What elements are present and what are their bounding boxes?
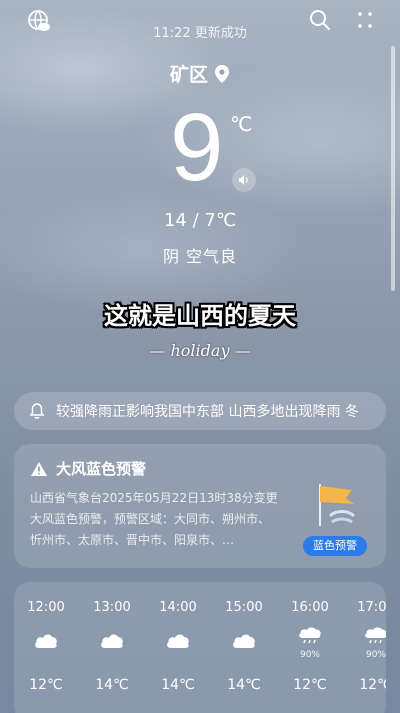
hourly-precip: 90% xyxy=(299,650,320,660)
hourly-item: 13:00 14℃ xyxy=(82,582,142,713)
cloudy-icon xyxy=(33,630,59,652)
alert-level-badge: 蓝色预警 xyxy=(303,536,367,556)
wind-warning-illustration-icon xyxy=(310,480,362,534)
hourly-item: 16:00 90% 12℃ xyxy=(280,582,340,713)
hourly-temp: 12℃ xyxy=(29,677,63,693)
weather-alert-card[interactable]: 大风蓝色预警 山西省气象台2025年05月22日13时38分变更大风蓝色预警，预… xyxy=(14,444,386,568)
ticker-text: 较强降雨正影响我国中东部 山西多地出现降雨 冬 xyxy=(56,404,359,420)
hourly-time: 14:00 xyxy=(159,600,197,615)
update-status: 11:22 更新成功 xyxy=(153,26,247,41)
hourly-forecast-card[interactable]: 12:00 12℃ 13:00 14℃ 14:00 14℃ 15:00 14℃ 16:00 90%… xyxy=(14,582,386,713)
temperature-range: 14 / 7℃ xyxy=(163,210,237,231)
scrollbar[interactable] xyxy=(391,46,395,291)
hourly-time: 13:00 xyxy=(93,600,131,615)
bell-icon xyxy=(29,403,45,419)
hourly-temp: 14℃ xyxy=(227,677,261,693)
alert-title: 大风蓝色预警 xyxy=(56,460,147,478)
location-pin-icon xyxy=(215,64,229,83)
video-subtitle: — holiday — xyxy=(149,341,251,360)
hourly-temp: 12℃ xyxy=(293,677,327,693)
cloudy-icon xyxy=(231,630,257,652)
cloudy-icon xyxy=(99,630,125,652)
location-row[interactable]: 矿区 xyxy=(0,60,400,87)
hourly-item: 15:00 14℃ xyxy=(214,582,274,713)
hourly-time: 12:00 xyxy=(27,600,65,615)
hourly-time: 16:00 xyxy=(291,600,329,615)
more-menu-icon[interactable] xyxy=(353,8,377,32)
news-ticker[interactable]: 较强降雨正影响我国中东部 山西多地出现降雨 冬 xyxy=(14,392,386,430)
hourly-item: 14:00 14℃ xyxy=(148,582,208,713)
hourly-precip: 90% xyxy=(365,650,386,660)
hourly-time: 17:00 xyxy=(357,600,386,615)
rain-icon xyxy=(297,626,323,648)
hourly-temp: 14℃ xyxy=(95,677,129,693)
speaker-icon[interactable] xyxy=(232,168,256,192)
location-name: 矿区 xyxy=(169,64,208,86)
hourly-time: 15:00 xyxy=(225,600,263,615)
hourly-temp: 12℃ xyxy=(359,677,386,693)
hourly-item: 17:00 90% 12℃ xyxy=(346,582,386,713)
hourly-temp: 14℃ xyxy=(161,677,195,693)
current-temperature: 9 xyxy=(170,94,223,201)
temperature-unit: ℃ xyxy=(230,112,253,136)
weather-condition: 阴 空气良 xyxy=(162,247,238,266)
top-bar: 11:22 更新成功 xyxy=(0,0,400,50)
hourly-item: 12:00 12℃ xyxy=(16,582,76,713)
video-banner-text: 这就是山西的夏天 xyxy=(104,302,296,330)
cloudy-icon xyxy=(165,630,191,652)
rain-icon xyxy=(363,626,386,648)
search-icon[interactable] xyxy=(308,8,332,32)
alert-body: 山西省气象台2025年05月22日13时38分变更大风蓝色预警，预警区域：大同市… xyxy=(30,491,278,547)
warning-icon xyxy=(31,461,47,476)
